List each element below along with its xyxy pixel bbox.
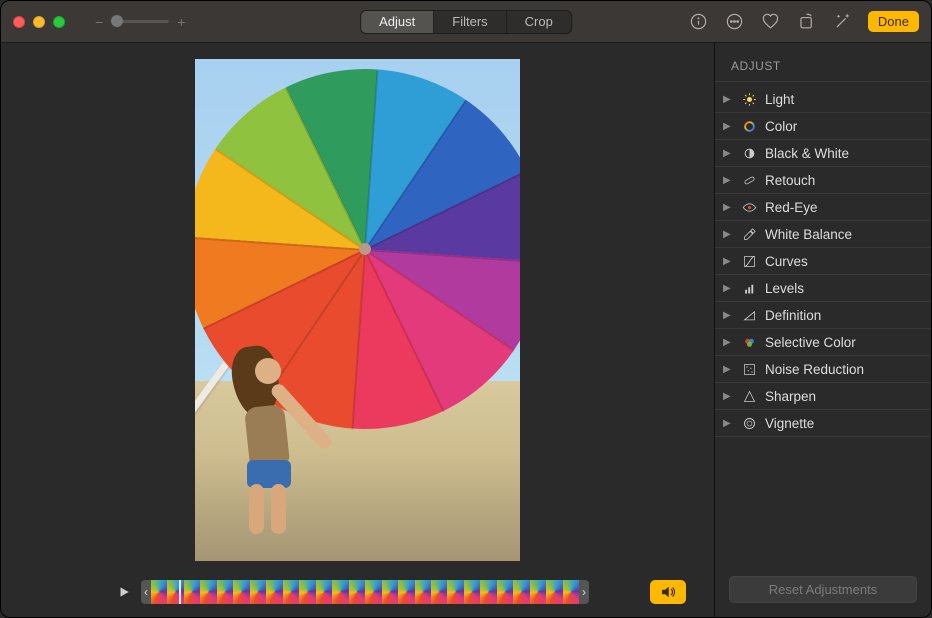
info-button[interactable] [688,11,710,33]
mode-segmented-control: AdjustFiltersCrop [360,10,572,34]
chevron-right-icon: ▶ [723,256,733,267]
zoom-track[interactable] [111,20,169,23]
selective-color-icon [741,334,757,350]
content-area: ‹ › ADJUST ▶ Light ▶ Color ▶ Black & White ▶ Re… [1,43,931,618]
levels-icon [741,280,757,296]
zoom-in-icon: + [177,14,185,30]
chevron-right-icon: ▶ [723,175,733,186]
mode-tab-crop[interactable]: Crop [507,11,571,33]
done-button[interactable]: Done [868,11,919,32]
timeline-frames[interactable] [151,580,579,604]
trim-handle-left[interactable]: ‹ [141,580,151,604]
adjustment-label: Vignette [765,416,814,431]
zoom-thumb[interactable] [111,15,123,27]
adjustment-row-black-white[interactable]: ▶ Black & White [715,140,931,167]
sharpen-icon [741,388,757,404]
minimize-window-button[interactable] [33,16,45,28]
adjustment-label: Color [765,119,797,134]
adjustment-label: Red-Eye [765,200,818,215]
photo [195,59,520,561]
adjustment-label: Light [765,92,794,107]
adjustment-row-sharpen[interactable]: ▶ Sharpen [715,383,931,410]
adjustment-row-white-balance[interactable]: ▶ White Balance [715,221,931,248]
zoom-out-icon: − [95,14,103,30]
eye-icon [741,199,757,215]
close-window-button[interactable] [13,16,25,28]
titlebar: − + AdjustFiltersCrop Done [1,1,931,43]
sidebar-title: ADJUST [715,55,931,82]
vignette-icon [741,415,757,431]
triangle-icon [741,307,757,323]
color-ring-icon [741,118,757,134]
adjustment-row-color[interactable]: ▶ Color [715,113,931,140]
chevron-right-icon: ▶ [723,229,733,240]
adjustment-row-retouch[interactable]: ▶ Retouch [715,167,931,194]
adjustment-row-selective-color[interactable]: ▶ Selective Color [715,329,931,356]
chevron-right-icon: ▶ [723,148,733,159]
adjustment-label: Noise Reduction [765,362,864,377]
noise-icon [741,361,757,377]
canvas-area: ‹ › [1,43,714,618]
adjustment-row-red-eye[interactable]: ▶ Red-Eye [715,194,931,221]
toolbar-right: Done [688,11,919,33]
adjust-sidebar: ADJUST ▶ Light ▶ Color ▶ Black & White ▶ Retouc… [714,43,931,618]
play-button[interactable] [113,581,135,603]
adjustment-label: Black & White [765,146,849,161]
chevron-right-icon: ▶ [723,310,733,321]
mode-tab-adjust[interactable]: Adjust [361,11,434,33]
chevron-right-icon: ▶ [723,364,733,375]
chevron-right-icon: ▶ [723,94,733,105]
mode-tab-filters[interactable]: Filters [434,11,506,33]
chevron-right-icon: ▶ [723,202,733,213]
video-timeline[interactable]: ‹ › [141,580,589,604]
chevron-right-icon: ▶ [723,337,733,348]
window-controls [13,16,65,28]
chevron-right-icon: ▶ [723,391,733,402]
adjustment-label: Sharpen [765,389,816,404]
adjustment-row-curves[interactable]: ▶ Curves [715,248,931,275]
audio-button[interactable] [650,580,686,604]
sun-icon [741,91,757,107]
adjustment-row-definition[interactable]: ▶ Definition [715,302,931,329]
more-button[interactable] [724,11,746,33]
rotate-button[interactable] [796,11,818,33]
dropper-icon [741,226,757,242]
reset-adjustments-button[interactable]: Reset Adjustments [729,576,917,603]
favorite-button[interactable] [760,11,782,33]
playhead[interactable] [179,580,181,604]
chevron-right-icon: ▶ [723,283,733,294]
auto-enhance-button[interactable] [832,11,854,33]
chevron-right-icon: ▶ [723,418,733,429]
adjustment-label: Retouch [765,173,815,188]
adjustment-row-noise-reduction[interactable]: ▶ Noise Reduction [715,356,931,383]
adjustment-row-levels[interactable]: ▶ Levels [715,275,931,302]
adjustment-label: White Balance [765,227,852,242]
adjustment-label: Selective Color [765,335,856,350]
adjustment-label: Curves [765,254,808,269]
half-circle-icon [741,145,757,161]
chevron-right-icon: ▶ [723,121,733,132]
adjustment-list: ▶ Light ▶ Color ▶ Black & White ▶ Retouch ▶ Red-E… [715,86,931,437]
photo-viewport[interactable] [1,43,714,577]
adjustment-label: Definition [765,308,821,323]
editor-window: − + AdjustFiltersCrop Done [0,0,932,618]
bandaid-icon [741,172,757,188]
adjustment-label: Levels [765,281,804,296]
trim-handle-right[interactable]: › [579,580,589,604]
fullscreen-window-button[interactable] [53,16,65,28]
adjustment-row-light[interactable]: ▶ Light [715,86,931,113]
adjustment-row-vignette[interactable]: ▶ Vignette [715,410,931,437]
zoom-slider[interactable]: − + [95,14,185,30]
timeline-bar: ‹ › [1,577,714,607]
curves-icon [741,253,757,269]
